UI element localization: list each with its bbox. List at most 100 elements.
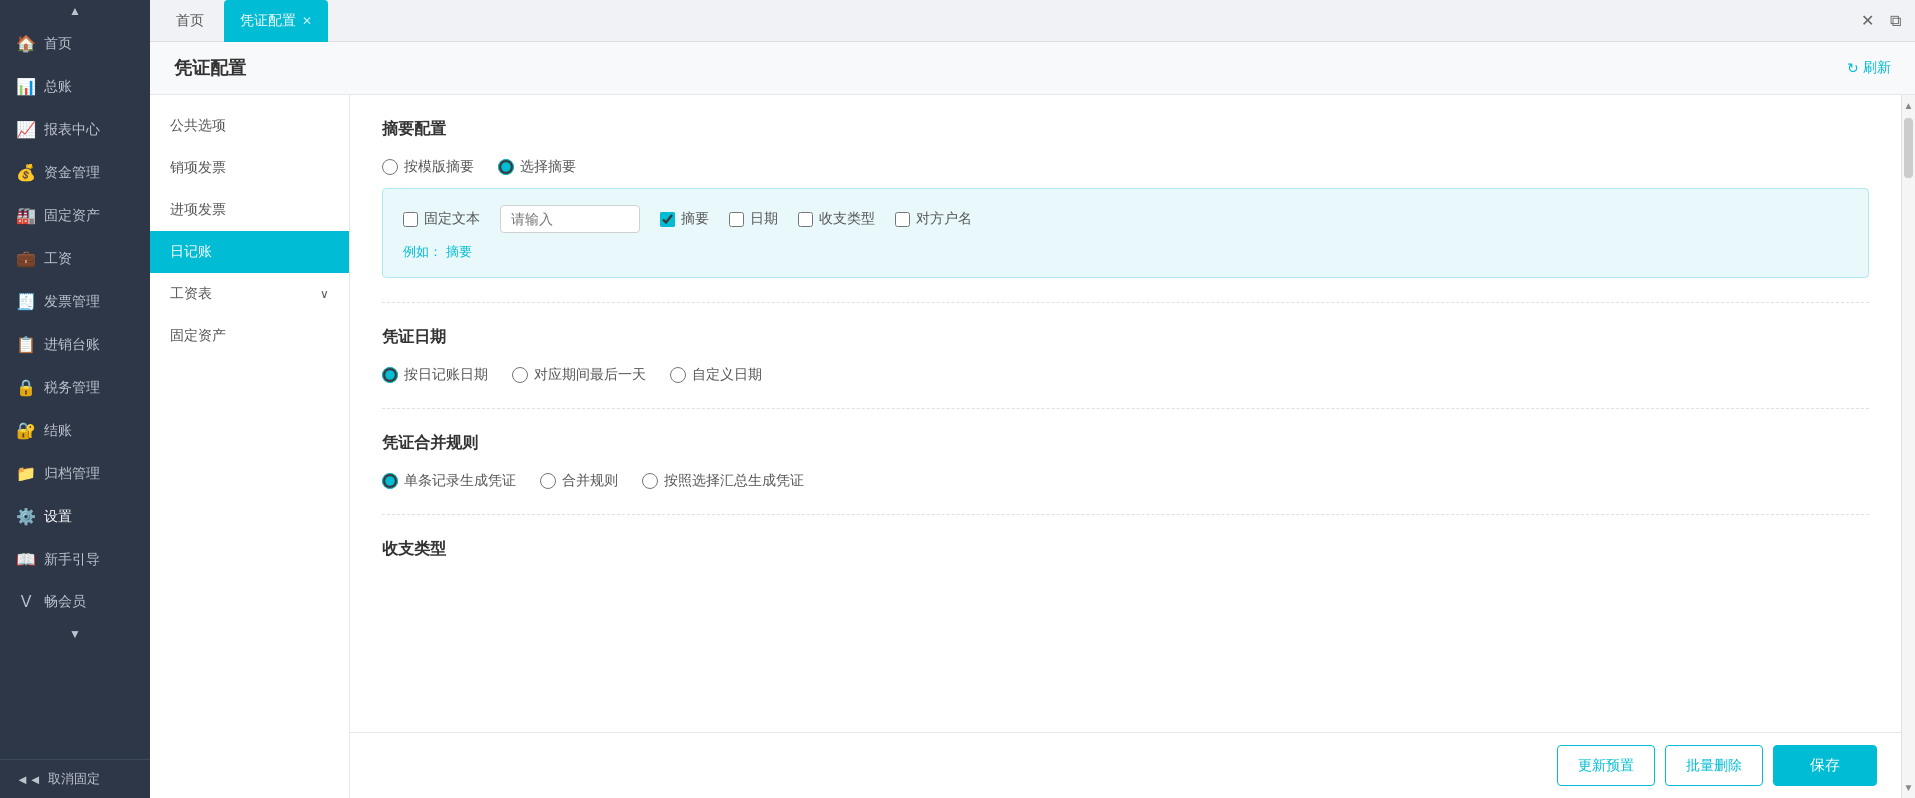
page-container: 凭证配置 ↻ 刷新 公共选项 销项发票 进项发票 日记账 xyxy=(150,42,1915,798)
nav-item-public[interactable]: 公共选项 xyxy=(150,105,349,147)
sidebar-item-home[interactable]: 🏠 首页 xyxy=(0,22,150,65)
cancel-pin-button[interactable]: ◄◄ 取消固定 xyxy=(0,759,150,798)
save-button[interactable]: 保存 xyxy=(1773,745,1877,786)
sidebar-item-invoice[interactable]: 🧾 发票管理 xyxy=(0,280,150,323)
sidebar-item-label: 报表中心 xyxy=(44,121,100,139)
checkbox-abstract-input[interactable] xyxy=(660,212,675,227)
sidebar-item-settings[interactable]: ⚙️ 设置 xyxy=(0,495,150,538)
checkbox-counterpart-input[interactable] xyxy=(895,212,910,227)
sidebar-item-vip[interactable]: V 畅会员 xyxy=(0,581,150,623)
sidebar-item-tax[interactable]: 🔒 税务管理 xyxy=(0,366,150,409)
radio-merge-rules-input[interactable] xyxy=(540,473,556,489)
tab-voucher-config-label: 凭证配置 xyxy=(240,12,296,30)
tab-home[interactable]: 首页 xyxy=(160,0,220,42)
batch-delete-button[interactable]: 批量删除 xyxy=(1665,745,1763,786)
vip-icon: V xyxy=(16,593,36,611)
sidebar-scroll-up[interactable]: ▲ xyxy=(0,0,150,22)
outer-scrollbar: ▲ ▼ xyxy=(1901,95,1915,798)
radio-select-merge-input[interactable] xyxy=(642,473,658,489)
sales-ledger-icon: 📋 xyxy=(16,335,36,354)
checkbox-income-type-input[interactable] xyxy=(798,212,813,227)
sidebar-item-closing[interactable]: 🔐 结账 xyxy=(0,409,150,452)
radio-period-last-day-input[interactable] xyxy=(512,367,528,383)
nav-item-fixed-assets[interactable]: 固定资产 xyxy=(150,315,349,357)
sidebar-item-label: 设置 xyxy=(44,508,72,526)
abstract-example: 例如： 摘要 xyxy=(403,243,1848,261)
sidebar-item-label: 税务管理 xyxy=(44,379,100,397)
checkbox-income-type[interactable]: 收支类型 xyxy=(798,210,875,228)
tab-voucher-config[interactable]: 凭证配置 ✕ xyxy=(224,0,328,42)
radio-select-abstract-input[interactable] xyxy=(498,159,514,175)
home-icon: 🏠 xyxy=(16,34,36,53)
radio-single-record-input[interactable] xyxy=(382,473,398,489)
update-preview-button[interactable]: 更新预置 xyxy=(1557,745,1655,786)
radio-custom-date-input[interactable] xyxy=(670,367,686,383)
tax-icon: 🔒 xyxy=(16,378,36,397)
tab-bar-actions: ✕ ⧉ xyxy=(1857,7,1905,34)
fixed-text-input[interactable] xyxy=(500,205,640,233)
nav-item-journal[interactable]: 日记账 xyxy=(150,231,349,273)
checkbox-date-input[interactable] xyxy=(729,212,744,227)
reports-icon: 📈 xyxy=(16,120,36,139)
chevron-down-icon: ∨ xyxy=(320,287,329,301)
merge-rules-radio-group: 单条记录生成凭证 合并规则 按照选择汇总生成凭证 xyxy=(382,472,1869,490)
radio-custom-date[interactable]: 自定义日期 xyxy=(670,366,762,384)
sidebar-item-ledger[interactable]: 📊 总账 xyxy=(0,65,150,108)
sidebar-item-reports[interactable]: 📈 报表中心 xyxy=(0,108,150,151)
section-income-type: 收支类型 xyxy=(382,539,1869,602)
radio-template-abstract-input[interactable] xyxy=(382,159,398,175)
sidebar-item-funds[interactable]: 💰 资金管理 xyxy=(0,151,150,194)
sidebar-item-fixed-assets[interactable]: 🏭 固定资产 xyxy=(0,194,150,237)
settings-icon: ⚙️ xyxy=(16,507,36,526)
left-nav: 公共选项 销项发票 进项发票 日记账 工资表 ∨ 固定资产 xyxy=(150,95,350,798)
nav-item-purchase-invoice[interactable]: 进项发票 xyxy=(150,189,349,231)
radio-single-record[interactable]: 单条记录生成凭证 xyxy=(382,472,516,490)
section-voucher-date: 凭证日期 按日记账日期 对应期间最后一天 xyxy=(382,327,1869,409)
sidebar-item-label: 首页 xyxy=(44,35,72,53)
checkbox-abstract[interactable]: 摘要 xyxy=(660,210,709,228)
radio-merge-rules[interactable]: 合并规则 xyxy=(540,472,618,490)
page-title: 凭证配置 xyxy=(174,56,246,80)
radio-template-abstract[interactable]: 按模版摘要 xyxy=(382,158,474,176)
sidebar-item-archive[interactable]: 📁 归档管理 xyxy=(0,452,150,495)
nav-item-payroll-table[interactable]: 工资表 ∨ xyxy=(150,273,349,315)
scroll-down-arrow[interactable]: ▼ xyxy=(1899,777,1915,798)
sidebar-item-label: 固定资产 xyxy=(44,207,100,225)
radio-select-abstract[interactable]: 选择摘要 xyxy=(498,158,576,176)
sidebar: ▲ 🏠 首页 📊 总账 📈 报表中心 💰 资金管理 🏭 固定资产 💼 工资 🧾 … xyxy=(0,0,150,798)
tab-close-icon[interactable]: ✕ xyxy=(302,14,312,28)
section-abstract-title: 摘要配置 xyxy=(382,119,1869,140)
nav-item-sales-invoice[interactable]: 销项发票 xyxy=(150,147,349,189)
checkbox-date[interactable]: 日期 xyxy=(729,210,778,228)
content-area: 公共选项 销项发票 进项发票 日记账 工资表 ∨ 固定资产 xyxy=(150,95,1915,798)
checkbox-counterpart[interactable]: 对方户名 xyxy=(895,210,972,228)
sidebar-item-payroll[interactable]: 💼 工资 xyxy=(0,237,150,280)
abstract-checkboxes: 固定文本 摘要 日期 xyxy=(403,205,1848,233)
checkbox-fixed-text-input[interactable] xyxy=(403,212,418,227)
fixed-assets-icon: 🏭 xyxy=(16,206,36,225)
sidebar-item-sales-ledger[interactable]: 📋 进销台账 xyxy=(0,323,150,366)
radio-period-last-day[interactable]: 对应期间最后一天 xyxy=(512,366,646,384)
window-restore-icon[interactable]: ⧉ xyxy=(1886,8,1905,34)
tab-home-label: 首页 xyxy=(176,12,204,30)
scroll-up-arrow[interactable]: ▲ xyxy=(1899,95,1915,116)
section-voucher-date-title: 凭证日期 xyxy=(382,327,1869,348)
abstract-radio-group: 按模版摘要 选择摘要 xyxy=(382,158,1869,176)
section-merge-rules-title: 凭证合并规则 xyxy=(382,433,1869,454)
refresh-button[interactable]: ↻ 刷新 xyxy=(1847,59,1891,77)
sidebar-scroll-down[interactable]: ▼ xyxy=(0,623,150,645)
checkbox-fixed-text[interactable]: 固定文本 xyxy=(403,210,480,228)
scrollbar-thumb[interactable] xyxy=(1904,118,1913,178)
sidebar-item-label: 总账 xyxy=(44,78,72,96)
voucher-date-radio-group: 按日记账日期 对应期间最后一天 自定义日期 xyxy=(382,366,1869,384)
radio-journal-date-input[interactable] xyxy=(382,367,398,383)
main-area: 首页 凭证配置 ✕ ✕ ⧉ 凭证配置 ↻ 刷新 公共选项 xyxy=(150,0,1915,798)
closing-icon: 🔐 xyxy=(16,421,36,440)
payroll-icon: 💼 xyxy=(16,249,36,268)
radio-journal-date[interactable]: 按日记账日期 xyxy=(382,366,488,384)
window-close-icon[interactable]: ✕ xyxy=(1857,7,1878,34)
ledger-icon: 📊 xyxy=(16,77,36,96)
sidebar-item-guide[interactable]: 📖 新手引导 xyxy=(0,538,150,581)
sidebar-item-label: 资金管理 xyxy=(44,164,100,182)
radio-select-merge[interactable]: 按照选择汇总生成凭证 xyxy=(642,472,804,490)
